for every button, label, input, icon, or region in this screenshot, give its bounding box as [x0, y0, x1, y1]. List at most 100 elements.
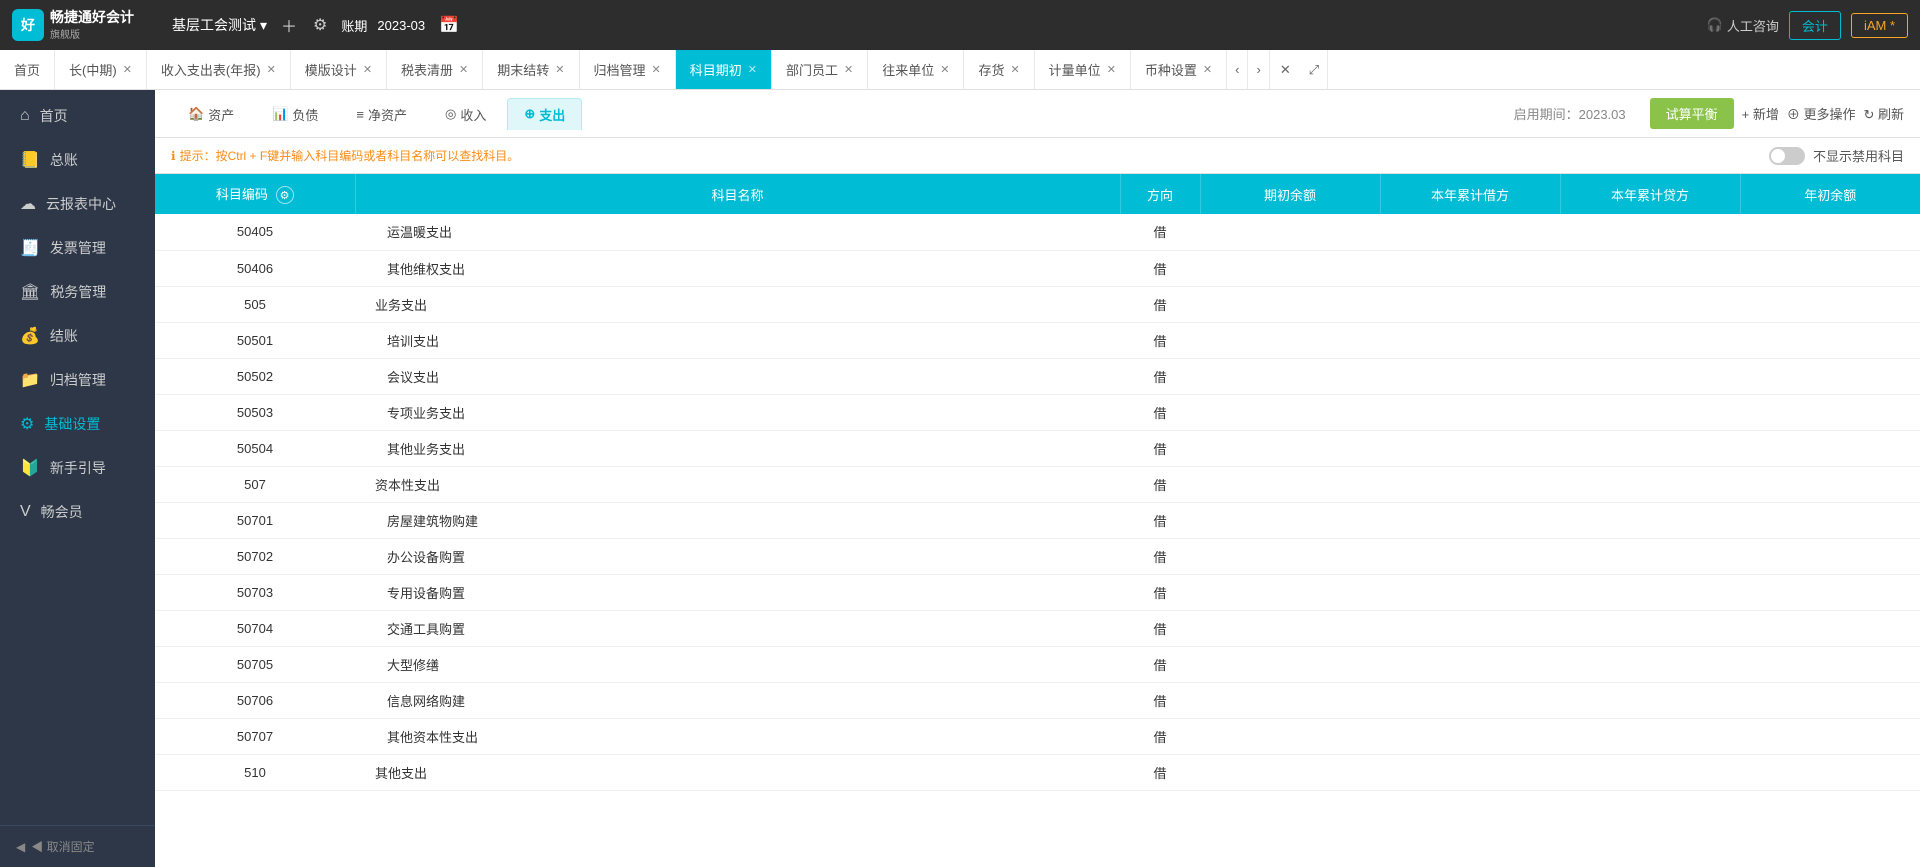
sidebar-item-guide[interactable]: 🔰 新手引导 — [0, 446, 155, 490]
close-icon[interactable]: ✕ — [1203, 63, 1212, 76]
tab-income-report[interactable]: 收入支出表(年报) ✕ — [147, 50, 291, 89]
balance-button[interactable]: 试算平衡 — [1650, 98, 1734, 129]
sidebar-item-ledger[interactable]: 📒 总账 — [0, 138, 155, 182]
col-header-credit: 本年累计贷方 — [1560, 174, 1740, 214]
cell-balance — [1200, 466, 1380, 502]
tab-department[interactable]: 部门员工 ✕ — [772, 50, 868, 89]
cell-balance — [1200, 286, 1380, 322]
sub-tab-net-asset[interactable]: ≡ 净资产 — [339, 98, 424, 130]
app-subtitle: 旗舰版 — [50, 26, 134, 41]
cell-name: 大型修缮 — [355, 646, 1120, 682]
close-icon[interactable]: ✕ — [363, 63, 372, 76]
close-icon[interactable]: ✕ — [940, 63, 949, 76]
col-header-code: 科目编码 ⚙ — [155, 174, 355, 214]
sub-tab-expense[interactable]: ⊕ 支出 — [507, 98, 582, 130]
gear-icon[interactable]: ⚙ — [276, 186, 294, 204]
toggle-area: 不显示禁用科目 — [1769, 146, 1904, 165]
account-button[interactable]: 会计 — [1789, 11, 1841, 40]
tab-currency[interactable]: 币种设置 ✕ — [1131, 50, 1227, 89]
table-row[interactable]: 50706 信息网络购建 借 — [155, 682, 1920, 718]
table-row[interactable]: 50702 办公设备购置 借 — [155, 538, 1920, 574]
tab-contacts[interactable]: 往来单位 ✕ — [868, 50, 964, 89]
sidebar-label-archive: 归档管理 — [50, 370, 106, 390]
iam-button[interactable]: iAM * — [1851, 13, 1908, 38]
table-header-row: 科目编码 ⚙ 科目名称 方向 期初余额 本年累计借方 本年累计贷方 年初余额 — [155, 174, 1920, 214]
table-row[interactable]: 510 其他支出 借 — [155, 754, 1920, 790]
tab-expand-btn[interactable]: ⤢ — [1301, 50, 1328, 89]
liability-icon: 📊 — [272, 106, 288, 122]
table-row[interactable]: 50502 会议支出 借 — [155, 358, 1920, 394]
close-icon[interactable]: ✕ — [267, 63, 276, 76]
sidebar: ⌂ 首页 📒 总账 ☁ 云报表中心 🧾 发票管理 🏛 税务管理 💰 结账 📁 归… — [0, 90, 155, 867]
sub-tab-income[interactable]: ◎ 收入 — [428, 98, 503, 130]
close-icon[interactable]: ✕ — [555, 63, 564, 76]
sidebar-item-member[interactable]: V 畅会员 — [0, 490, 155, 534]
company-selector[interactable]: 基层工会测试 ▾ — [172, 15, 267, 35]
tab-unit[interactable]: 计量单位 ✕ — [1035, 50, 1131, 89]
tab-inventory[interactable]: 存货 ✕ — [964, 50, 1034, 89]
period-label: 账期 — [341, 16, 367, 35]
table-row[interactable]: 50405 运温暖支出 借 — [155, 214, 1920, 250]
table-row[interactable]: 507 资本性支出 借 — [155, 466, 1920, 502]
cell-name: 运温暖支出 — [355, 214, 1120, 250]
cell-code: 50503 — [155, 394, 355, 430]
table-row[interactable]: 50705 大型修缮 借 — [155, 646, 1920, 682]
close-icon[interactable]: ✕ — [844, 63, 853, 76]
right-actions: 试算平衡 + 新增 ⊕ 更多操作 ↻ 刷新 — [1650, 98, 1904, 129]
table-row[interactable]: 50406 其他维权支出 借 — [155, 250, 1920, 286]
cell-debit — [1380, 502, 1560, 538]
cell-dir: 借 — [1120, 250, 1200, 286]
cell-code: 510 — [155, 754, 355, 790]
close-icon[interactable]: ✕ — [123, 63, 132, 76]
sidebar-item-invoice[interactable]: 🧾 发票管理 — [0, 226, 155, 270]
sidebar-item-home[interactable]: ⌂ 首页 — [0, 94, 155, 138]
close-icon[interactable]: ✕ — [459, 63, 468, 76]
more-actions-button[interactable]: ⊕ 更多操作 — [1787, 104, 1856, 123]
table-row[interactable]: 50501 培训支出 借 — [155, 322, 1920, 358]
tab-subject-init[interactable]: 科目期初 ✕ — [676, 50, 772, 89]
table-row[interactable]: 50503 专项业务支出 借 — [155, 394, 1920, 430]
cell-yearly — [1740, 214, 1920, 250]
table-row[interactable]: 50504 其他业务支出 借 — [155, 430, 1920, 466]
close-icon[interactable]: ✕ — [652, 63, 661, 76]
table-row[interactable]: 50701 房屋建筑物购建 借 — [155, 502, 1920, 538]
cell-credit — [1560, 322, 1740, 358]
sub-tab-asset[interactable]: 🏠 资产 — [171, 98, 251, 130]
cell-name: 培训支出 — [355, 322, 1120, 358]
sidebar-collapse-btn[interactable]: ◀ ◀ 取消固定 — [0, 825, 155, 867]
help-button[interactable]: 🎧 人工咨询 — [1707, 16, 1779, 35]
tab-tax-form[interactable]: 税表清册 ✕ — [387, 50, 483, 89]
close-icon[interactable]: ✕ — [748, 63, 757, 76]
sidebar-item-tax[interactable]: 🏛 税务管理 — [0, 270, 155, 314]
tab-home[interactable]: 首页 — [0, 50, 55, 89]
sidebar-item-report[interactable]: ☁ 云报表中心 — [0, 182, 155, 226]
tab-archive[interactable]: 归档管理 ✕ — [580, 50, 676, 89]
table-row[interactable]: 505 业务支出 借 — [155, 286, 1920, 322]
close-icon[interactable]: ✕ — [1010, 63, 1019, 76]
cell-name: 其他支出 — [355, 754, 1120, 790]
calendar-icon[interactable]: 📅 — [435, 11, 463, 39]
table-row[interactable]: 50704 交通工具购置 借 — [155, 610, 1920, 646]
add-button[interactable]: + 新增 — [1742, 104, 1779, 123]
tab-template[interactable]: 模版设计 ✕ — [291, 50, 387, 89]
sidebar-item-settings[interactable]: ⚙ 基础设置 — [0, 402, 155, 446]
cell-dir: 借 — [1120, 430, 1200, 466]
table-row[interactable]: 50707 其他资本性支出 借 — [155, 718, 1920, 754]
cell-dir: 借 — [1120, 394, 1200, 430]
close-icon[interactable]: ✕ — [1107, 63, 1116, 76]
add-tab-btn[interactable]: ＋ — [277, 9, 301, 41]
sub-tab-liability[interactable]: 📊 负债 — [255, 98, 335, 130]
refresh-button[interactable]: ↻ 刷新 — [1863, 104, 1904, 123]
sidebar-item-archive[interactable]: 📁 归档管理 — [0, 358, 155, 402]
col-header-balance: 期初余额 — [1200, 174, 1380, 214]
tab-period-close[interactable]: 期末结转 ✕ — [483, 50, 579, 89]
disable-toggle[interactable] — [1769, 147, 1805, 165]
table-row[interactable]: 50703 专用设备购置 借 — [155, 574, 1920, 610]
settings-icon[interactable]: ⚙ — [309, 11, 331, 39]
tab-close-all-btn[interactable]: ✕ — [1270, 50, 1301, 89]
tab-next-btn[interactable]: › — [1248, 50, 1269, 89]
tab-prev-btn[interactable]: ‹ — [1227, 50, 1248, 89]
tab-mid-period[interactable]: 长(中期) ✕ — [55, 50, 147, 89]
cell-code: 50706 — [155, 682, 355, 718]
sidebar-item-settle[interactable]: 💰 结账 — [0, 314, 155, 358]
